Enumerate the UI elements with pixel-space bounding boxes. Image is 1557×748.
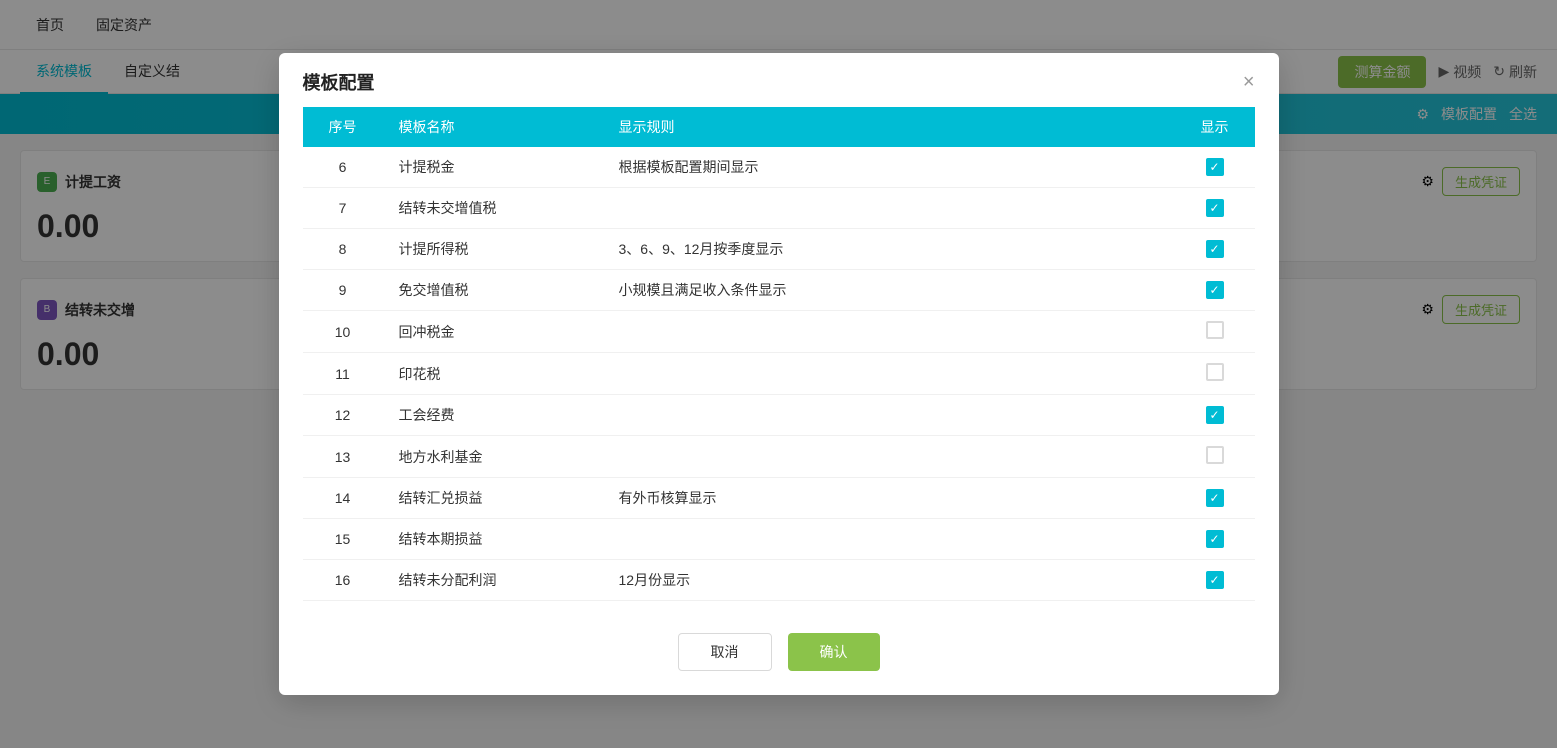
cell-name: 结转汇兑损益: [383, 478, 603, 519]
cell-checkbox: ✓: [1175, 560, 1255, 601]
table-row: 14结转汇兑损益有外币核算显示 ✓: [303, 478, 1255, 519]
checkbox-16[interactable]: ✓: [1206, 571, 1224, 589]
col-header-display: 显示: [1175, 107, 1255, 147]
checkbox-10[interactable]: [1206, 321, 1224, 339]
table-row: 11印花税: [303, 353, 1255, 395]
cell-checkbox: [1175, 436, 1255, 478]
cell-rule: 根据模板配置期间显示: [603, 147, 1175, 188]
cell-rule: 有外币核算显示: [603, 478, 1175, 519]
cell-id: 13: [303, 436, 383, 478]
table-row: 10回冲税金: [303, 311, 1255, 353]
cell-id: 16: [303, 560, 383, 601]
col-header-rule: 显示规则: [603, 107, 1175, 147]
cell-rule: 小规模且满足收入条件显示: [603, 270, 1175, 311]
cell-name: 结转未分配利润: [383, 560, 603, 601]
col-header-id: 序号: [303, 107, 383, 147]
modal-close-button[interactable]: ×: [1243, 72, 1255, 92]
cell-id: 10: [303, 311, 383, 353]
cell-name: 印花税: [383, 353, 603, 395]
cell-id: 9: [303, 270, 383, 311]
cell-rule: [603, 188, 1175, 229]
cell-checkbox: ✓: [1175, 188, 1255, 229]
checkbox-12[interactable]: ✓: [1206, 406, 1224, 424]
table-row: 13地方水利基金: [303, 436, 1255, 478]
cell-name: 地方水利基金: [383, 436, 603, 478]
checkbox-8[interactable]: ✓: [1206, 240, 1224, 258]
modal-overlay: 模板配置 × 序号 模板名称 显示规则 显示 6计提税金根据模板配置期间显示✓7…: [0, 0, 1557, 748]
cell-id: 12: [303, 395, 383, 436]
cancel-button[interactable]: 取消: [678, 633, 772, 671]
checkbox-11[interactable]: [1206, 363, 1224, 381]
cell-rule: [603, 395, 1175, 436]
cell-rule: 12月份显示: [603, 560, 1175, 601]
checkbox-9[interactable]: ✓: [1206, 281, 1224, 299]
cell-checkbox: ✓: [1175, 478, 1255, 519]
checkbox-15[interactable]: ✓: [1206, 530, 1224, 548]
table-row: 15结转本期损益 ✓: [303, 519, 1255, 560]
modal-title: 模板配置: [303, 69, 375, 95]
template-config-modal: 模板配置 × 序号 模板名称 显示规则 显示 6计提税金根据模板配置期间显示✓7…: [279, 53, 1279, 695]
cell-checkbox: [1175, 353, 1255, 395]
cell-name: 结转未交增值税: [383, 188, 603, 229]
config-table: 序号 模板名称 显示规则 显示 6计提税金根据模板配置期间显示✓7结转未交增值税…: [303, 107, 1255, 601]
checkbox-6[interactable]: ✓: [1206, 158, 1224, 176]
cell-checkbox: ✓: [1175, 519, 1255, 560]
cell-checkbox: ✓: [1175, 395, 1255, 436]
cell-checkbox: ✓: [1175, 147, 1255, 188]
table-header-row: 序号 模板名称 显示规则 显示: [303, 107, 1255, 147]
cell-id: 7: [303, 188, 383, 229]
cell-rule: [603, 519, 1175, 560]
cell-checkbox: ✓: [1175, 270, 1255, 311]
cell-name: 工会经费: [383, 395, 603, 436]
modal-footer: 取消 确认: [279, 617, 1279, 695]
cell-id: 14: [303, 478, 383, 519]
cell-name: 免交增值税: [383, 270, 603, 311]
cell-rule: [603, 311, 1175, 353]
cell-id: 15: [303, 519, 383, 560]
table-row: 7结转未交增值税 ✓: [303, 188, 1255, 229]
cell-name: 结转本期损益: [383, 519, 603, 560]
modal-body: 序号 模板名称 显示规则 显示 6计提税金根据模板配置期间显示✓7结转未交增值税…: [279, 107, 1279, 617]
modal-header: 模板配置 ×: [279, 53, 1279, 107]
table-row: 6计提税金根据模板配置期间显示 ✓: [303, 147, 1255, 188]
cell-id: 6: [303, 147, 383, 188]
cell-checkbox: ✓: [1175, 229, 1255, 270]
checkbox-14[interactable]: ✓: [1206, 489, 1224, 507]
table-row: 8计提所得税3、6、9、12月按季度显示 ✓: [303, 229, 1255, 270]
cell-rule: 3、6、9、12月按季度显示: [603, 229, 1175, 270]
cell-name: 计提所得税: [383, 229, 603, 270]
cell-id: 11: [303, 353, 383, 395]
checkbox-13[interactable]: [1206, 446, 1224, 464]
table-row: 12工会经费 ✓: [303, 395, 1255, 436]
checkbox-7[interactable]: ✓: [1206, 199, 1224, 217]
col-header-name: 模板名称: [383, 107, 603, 147]
cell-checkbox: [1175, 311, 1255, 353]
table-row: 16结转未分配利润12月份显示 ✓: [303, 560, 1255, 601]
cell-rule: [603, 436, 1175, 478]
table-row: 9免交增值税小规模且满足收入条件显示 ✓: [303, 270, 1255, 311]
cell-rule: [603, 353, 1175, 395]
cell-id: 8: [303, 229, 383, 270]
confirm-button[interactable]: 确认: [788, 633, 880, 671]
cell-name: 计提税金: [383, 147, 603, 188]
cell-name: 回冲税金: [383, 311, 603, 353]
